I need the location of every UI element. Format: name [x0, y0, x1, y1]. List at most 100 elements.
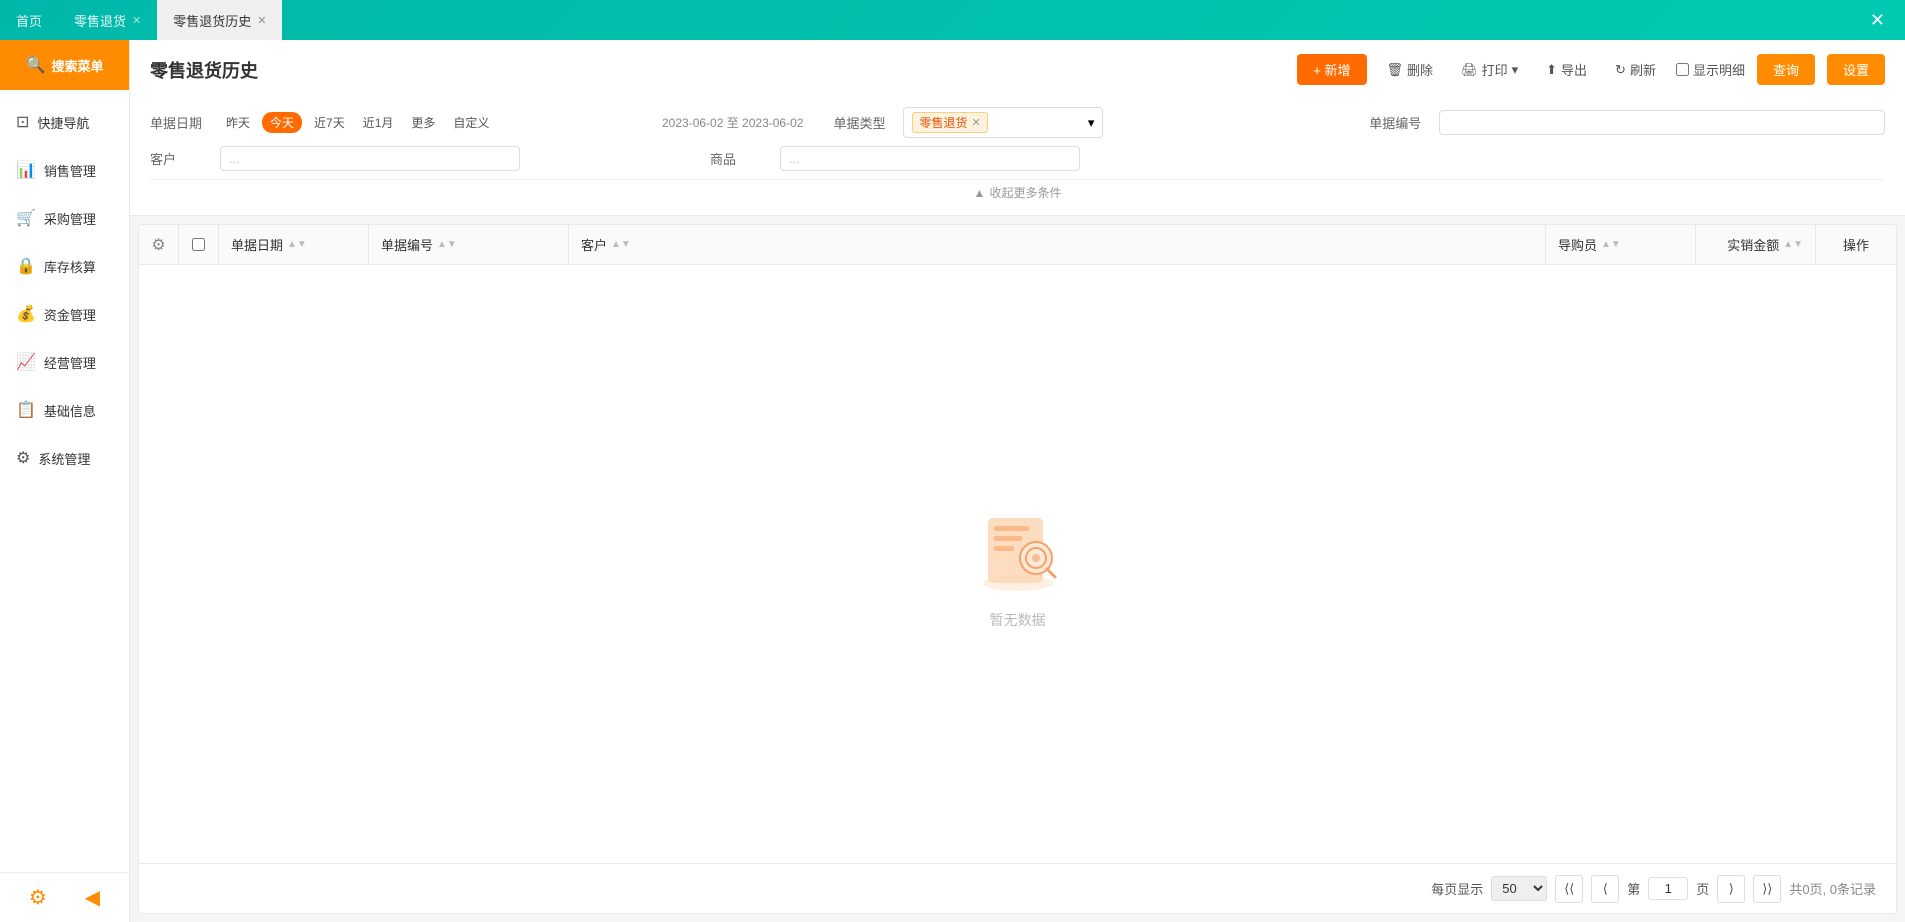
sidebar-item-system-label: 系统管理	[38, 449, 90, 468]
tab-list: 首页 零售退货 ✕ 零售退货历史 ✕	[0, 0, 1850, 40]
main-layout: 🔍 搜索菜单 ⊡ 快捷导航 📊 销售管理 🛒 采购管理 🔒 库存核算 💰	[0, 40, 1905, 922]
settings-button[interactable]: 设置	[1827, 54, 1885, 85]
purchase-icon: 🛒	[16, 208, 36, 228]
sidebar-item-purchase-mgmt[interactable]: 🛒 采购管理	[0, 194, 129, 242]
sort-guide-icon: ▲▼	[1601, 240, 1621, 250]
new-button[interactable]: + 新增	[1297, 54, 1366, 85]
sidebar-search-button[interactable]: 🔍 搜索菜单	[0, 40, 129, 90]
goods-label: 商品	[710, 149, 770, 168]
top-bar: 首页 零售退货 ✕ 零售退货历史 ✕ ✕	[0, 0, 1905, 40]
sidebar-item-inventory-label: 库存核算	[44, 257, 96, 276]
date-filter-field: 单据日期 昨天 今天 近7天 近1月 更多 自定义	[150, 112, 650, 133]
page-first-button[interactable]: ⟨⟨	[1555, 875, 1583, 903]
tab-home[interactable]: 首页	[0, 0, 58, 40]
quick-nav-icon: ⊡	[16, 112, 29, 132]
customer-input[interactable]	[220, 146, 520, 171]
refresh-icon: ↻	[1615, 62, 1626, 78]
table-header: ⚙ 单据日期 ▲▼ 单据编号 ▲▼ 客户 ▲▼ 导购员	[139, 225, 1896, 265]
display-detail-checkbox[interactable]	[1676, 63, 1689, 76]
refresh-button[interactable]: ↻ 刷新	[1607, 56, 1664, 83]
date-more[interactable]: 更多	[405, 112, 441, 133]
date-yesterday[interactable]: 昨天	[220, 112, 256, 133]
customer-filter-field: 客户	[150, 146, 650, 171]
collapse-arrow-icon: ▲	[974, 186, 986, 200]
tab-retail-return-history[interactable]: 零售退货历史 ✕	[157, 0, 282, 40]
sort-date-icon: ▲▼	[287, 240, 307, 250]
search-icon: 🔍	[26, 55, 46, 75]
page-number-input[interactable]	[1648, 877, 1688, 900]
date-today[interactable]: 今天	[262, 112, 302, 133]
select-all-checkbox[interactable]	[192, 238, 205, 251]
sidebar-item-basic-info[interactable]: 📋 基础信息	[0, 386, 129, 434]
sidebar-item-operations-label: 经营管理	[44, 353, 96, 372]
tab-home-label: 首页	[16, 11, 42, 30]
print-icon: 🖨	[1461, 62, 1478, 78]
th-actions: 操作	[1816, 235, 1896, 254]
window-close-button[interactable]: ✕	[1850, 10, 1905, 31]
type-select-dropdown: ▾	[1088, 115, 1095, 131]
th-date[interactable]: 单据日期 ▲▼	[219, 225, 369, 264]
delete-button[interactable]: 🗑 删除	[1379, 56, 1442, 83]
sidebar-item-sales-mgmt[interactable]: 📊 销售管理	[0, 146, 129, 194]
basic-info-icon: 📋	[16, 400, 36, 420]
filter-row-2: 客户 商品	[150, 146, 1885, 171]
sidebar-menu: ⊡ 快捷导航 📊 销售管理 🛒 采购管理 🔒 库存核算 💰 资金管理 📈	[0, 90, 129, 872]
sidebar-item-sales-label: 销售管理	[44, 161, 96, 180]
empty-state: 暂无数据	[968, 498, 1068, 630]
delete-icon: 🗑	[1387, 62, 1404, 78]
date-7days[interactable]: 近7天	[308, 112, 351, 133]
goods-input[interactable]	[780, 146, 1080, 171]
th-guide[interactable]: 导购员 ▲▼	[1546, 225, 1696, 264]
sort-no-icon: ▲▼	[437, 240, 457, 250]
sidebar: 🔍 搜索菜单 ⊡ 快捷导航 📊 销售管理 🛒 采购管理 🔒 库存核算 💰	[0, 40, 130, 922]
sidebar-item-inventory[interactable]: 🔒 库存核算	[0, 242, 129, 290]
page-label: 第	[1627, 879, 1640, 898]
page-unit: 页	[1696, 879, 1709, 898]
table-select-all[interactable]	[179, 225, 219, 264]
sidebar-item-system[interactable]: ⚙ 系统管理	[0, 434, 129, 482]
query-button[interactable]: 查询	[1757, 54, 1815, 85]
date-1month[interactable]: 近1月	[357, 112, 400, 133]
table-column-settings[interactable]: ⚙	[139, 225, 179, 264]
tab-retail-return[interactable]: 零售退货 ✕	[58, 0, 157, 40]
filter-area: 单据日期 昨天 今天 近7天 近1月 更多 自定义 2023-06-02 至 2…	[150, 97, 1885, 215]
sidebar-collapse-button[interactable]: ◀	[85, 885, 100, 910]
print-button[interactable]: 🖨 打印 ▾	[1453, 56, 1526, 83]
inventory-icon: 🔒	[16, 256, 36, 276]
voucher-input[interactable]	[1439, 110, 1885, 135]
th-amount[interactable]: 实销金额 ▲▼	[1696, 225, 1816, 264]
th-no[interactable]: 单据编号 ▲▼	[369, 225, 569, 264]
page-last-button[interactable]: ⟩⟩	[1753, 875, 1781, 903]
sidebar-item-operations[interactable]: 📈 经营管理	[0, 338, 129, 386]
tab-retail-return-history-close[interactable]: ✕	[257, 14, 266, 27]
type-select[interactable]: 零售退货 ✕ ▾	[903, 107, 1103, 138]
page-prev-button[interactable]: ⟨	[1591, 875, 1619, 903]
display-detail-toggle[interactable]: 显示明细	[1676, 60, 1745, 79]
content-area: 零售退货历史 + 新增 🗑 删除 🖨 打印 ▾ ⬆ 导出	[130, 40, 1905, 922]
export-button[interactable]: ⬆ 导出	[1538, 56, 1595, 83]
sidebar-item-quick-nav[interactable]: ⊡ 快捷导航	[0, 98, 129, 146]
type-filter-field: 单据类型 零售退货 ✕ ▾	[833, 107, 1349, 138]
page-next-button[interactable]: ⟩	[1717, 875, 1745, 903]
page-size-label: 每页显示	[1431, 879, 1483, 898]
sidebar-item-finance[interactable]: 💰 资金管理	[0, 290, 129, 338]
sidebar-item-purchase-label: 采购管理	[44, 209, 96, 228]
collapse-filter-button[interactable]: ▲ 收起更多条件	[150, 179, 1885, 205]
empty-state-icon	[968, 498, 1068, 598]
tab-retail-return-close[interactable]: ✕	[132, 14, 141, 27]
page-header: 零售退货历史 + 新增 🗑 删除 🖨 打印 ▾ ⬆ 导出	[130, 40, 1905, 216]
table-footer: 每页显示 20 50 100 200 ⟨⟨ ⟨ 第 页 ⟩ ⟩⟩ 共0页, 0条…	[139, 863, 1896, 913]
sidebar-item-basic-info-label: 基础信息	[44, 401, 96, 420]
th-customer[interactable]: 客户 ▲▼	[569, 225, 1546, 264]
table-area: ⚙ 单据日期 ▲▼ 单据编号 ▲▼ 客户 ▲▼ 导购员	[138, 224, 1897, 914]
tab-retail-return-label: 零售退货	[74, 11, 126, 30]
sidebar-settings-button[interactable]: ⚙	[29, 885, 47, 910]
sidebar-item-finance-label: 资金管理	[44, 305, 96, 324]
type-tag-remove[interactable]: ✕	[971, 116, 980, 129]
system-icon: ⚙	[16, 448, 30, 468]
customer-label: 客户	[150, 149, 210, 168]
type-tag: 零售退货 ✕	[912, 112, 987, 133]
page-size-select[interactable]: 20 50 100 200	[1491, 876, 1547, 901]
sidebar-bottom: ⚙ ◀	[0, 872, 129, 922]
date-custom[interactable]: 自定义	[447, 112, 495, 133]
